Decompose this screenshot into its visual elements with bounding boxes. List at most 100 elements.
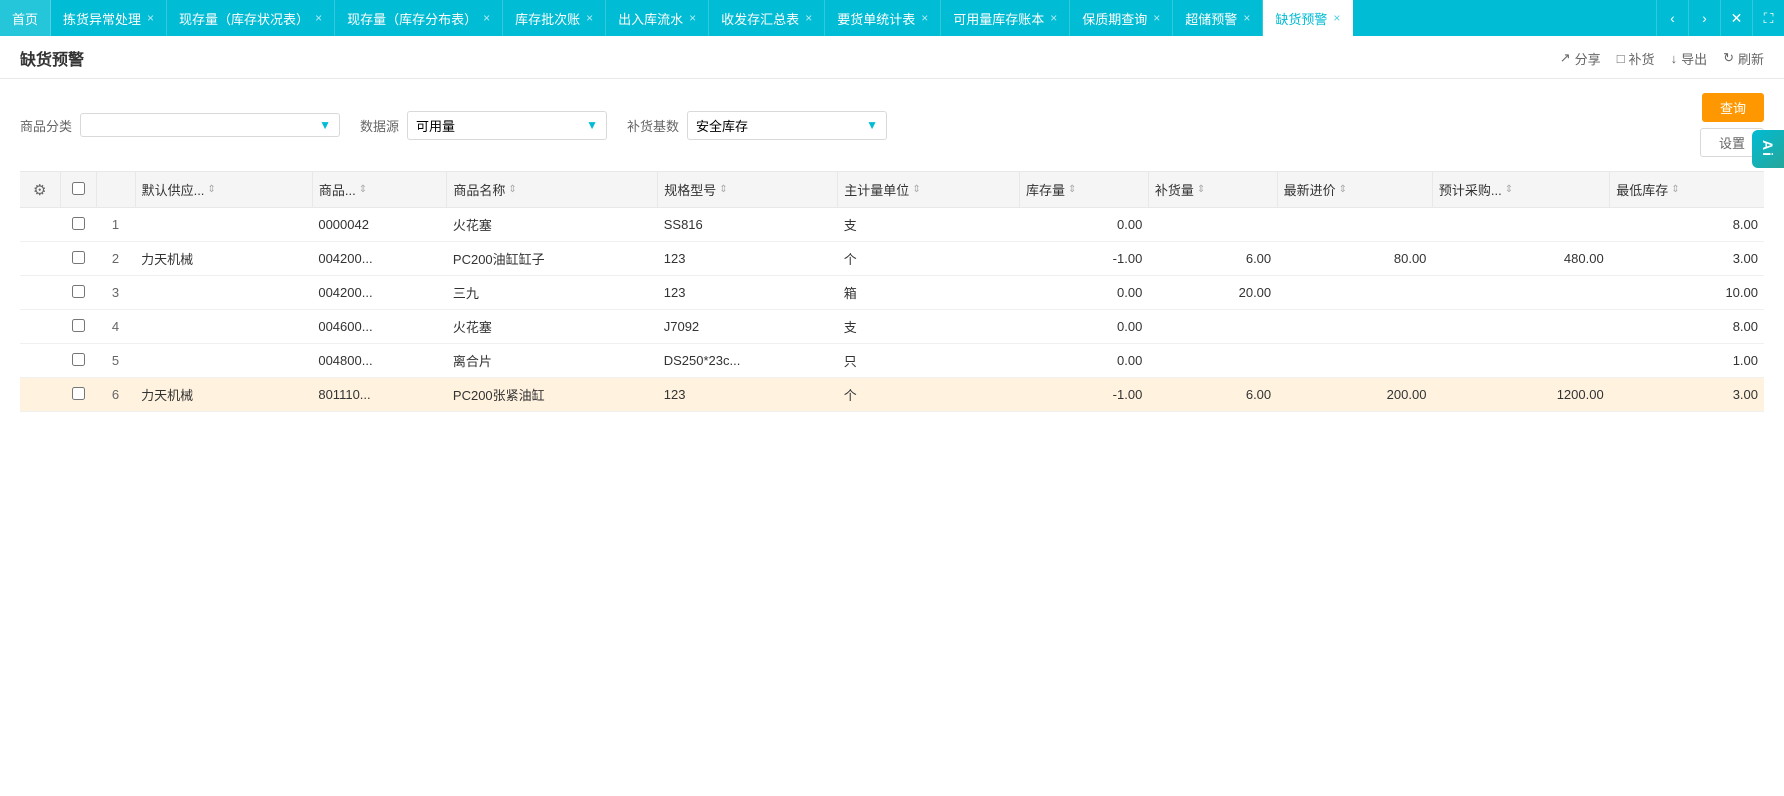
row-checkbox-0[interactable] (72, 217, 85, 230)
nav-tab-4[interactable]: 库存批次账× (503, 0, 606, 36)
query-button[interactable]: 查询 (1702, 93, 1764, 122)
nav-tab-6[interactable]: 收发存汇总表× (709, 0, 825, 36)
nav-tab-5[interactable]: 出入库流水× (606, 0, 709, 36)
select-all-checkbox[interactable] (72, 182, 85, 195)
sort-icon: ⇕ (719, 184, 727, 195)
row-supplier: 力天机械 (135, 242, 312, 276)
row-product-name: 离合片 (447, 344, 658, 378)
row-product-code: 801110... (312, 378, 447, 412)
top-nav: 首页拣货异常处理×现存量（库存状况表）×现存量（库存分布表）×库存批次账×出入库… (0, 0, 1784, 36)
table-header-row: ⚙ 默认供应... ⇕ 商品... (20, 172, 1764, 208)
category-select[interactable]: ▼ (80, 113, 340, 137)
row-check-cell (60, 208, 96, 242)
row-min-stock: 8.00 (1610, 208, 1764, 242)
tab-close-icon[interactable]: × (689, 11, 696, 25)
row-min-stock: 1.00 (1610, 344, 1764, 378)
row-latest-price: 80.00 (1277, 242, 1432, 276)
nav-close-button[interactable]: ✕ (1720, 0, 1752, 36)
col-replenish[interactable]: 补货量 ⇕ (1148, 172, 1277, 208)
row-product-code: 004200... (312, 242, 447, 276)
tab-close-icon[interactable]: × (1333, 11, 1340, 25)
page-content: 缺货预警 ↗ 分享 □ 补货 ↓ 导出 ↻ 刷新 商品分类 (0, 36, 1784, 796)
share-icon: ↗ (1560, 50, 1571, 66)
col-min-stock[interactable]: 最低库存 ⇕ (1610, 172, 1764, 208)
row-gear-cell (20, 208, 60, 242)
row-unit: 个 (838, 378, 1020, 412)
row-seq: 5 (96, 344, 135, 378)
row-min-stock: 10.00 (1610, 276, 1764, 310)
row-check-cell (60, 242, 96, 276)
replenish-basis-select[interactable]: 安全库存 ▼ (687, 111, 887, 140)
row-min-stock: 3.00 (1610, 242, 1764, 276)
row-product-name: PC200油缸缸子 (447, 242, 658, 276)
share-button[interactable]: ↗ 分享 (1560, 49, 1601, 68)
nav-tab-8[interactable]: 可用量库存账本× (941, 0, 1070, 36)
tab-close-icon[interactable]: × (1243, 11, 1250, 25)
row-product-name: 火花塞 (447, 310, 658, 344)
nav-tab-10[interactable]: 超储预警× (1173, 0, 1263, 36)
col-default-supplier[interactable]: 默认供应... ⇕ (135, 172, 312, 208)
tab-close-icon[interactable]: × (1050, 11, 1057, 25)
nav-prev-button[interactable]: ‹ (1656, 0, 1688, 36)
row-stock: 0.00 (1019, 310, 1148, 344)
col-est-purchase[interactable]: 预计采购... ⇕ (1432, 172, 1609, 208)
row-check-cell (60, 378, 96, 412)
tab-close-icon[interactable]: × (586, 11, 593, 25)
replenish-button[interactable]: □ 补货 (1617, 49, 1655, 68)
nav-tab-7[interactable]: 要货单统计表× (825, 0, 941, 36)
nav-next-button[interactable]: › (1688, 0, 1720, 36)
row-min-stock: 8.00 (1610, 310, 1764, 344)
col-gear: ⚙ (20, 172, 60, 208)
row-min-stock: 3.00 (1610, 378, 1764, 412)
ai-badge[interactable]: Ai (1752, 130, 1784, 168)
row-checkbox-4[interactable] (72, 353, 85, 366)
row-replenish (1148, 344, 1277, 378)
tab-close-icon[interactable]: × (315, 11, 322, 25)
row-unit: 只 (838, 344, 1020, 378)
tab-close-icon[interactable]: × (921, 11, 928, 25)
col-stock[interactable]: 库存量 ⇕ (1019, 172, 1148, 208)
row-checkbox-5[interactable] (72, 387, 85, 400)
col-spec[interactable]: 规格型号 ⇕ (658, 172, 838, 208)
nav-tab-0[interactable]: 首页 (0, 0, 51, 36)
nav-tab-9[interactable]: 保质期查询× (1070, 0, 1173, 36)
row-product-name: 三九 (447, 276, 658, 310)
nav-tab-3[interactable]: 现存量（库存分布表）× (335, 0, 503, 36)
col-product-name[interactable]: 商品名称 ⇕ (447, 172, 658, 208)
row-checkbox-1[interactable] (72, 251, 85, 264)
table-row: 5 004800... 离合片 DS250*23c... 只 0.00 1.00 (20, 344, 1764, 378)
nav-tab-2[interactable]: 现存量（库存状况表）× (167, 0, 335, 36)
table-row: 3 004200... 三九 123 箱 0.00 20.00 10.00 (20, 276, 1764, 310)
tab-close-icon[interactable]: × (1153, 11, 1160, 25)
row-unit: 个 (838, 242, 1020, 276)
nav-fullscreen-button[interactable]: ⛶ (1752, 0, 1784, 36)
export-button[interactable]: ↓ 导出 (1671, 49, 1708, 68)
row-unit: 支 (838, 310, 1020, 344)
tab-close-icon[interactable]: × (805, 11, 812, 25)
row-unit: 箱 (838, 276, 1020, 310)
row-supplier (135, 310, 312, 344)
page-header: 缺货预警 ↗ 分享 □ 补货 ↓ 导出 ↻ 刷新 (0, 36, 1784, 79)
sort-icon: ⇕ (508, 184, 516, 195)
datasource-chevron-icon: ▼ (586, 118, 598, 132)
datasource-select[interactable]: 可用量 ▼ (407, 111, 607, 140)
nav-tab-1[interactable]: 拣货异常处理× (51, 0, 167, 36)
row-product-code: 004200... (312, 276, 447, 310)
tab-close-icon[interactable]: × (147, 11, 154, 25)
category-label: 商品分类 (20, 116, 72, 135)
refresh-button[interactable]: ↻ 刷新 (1723, 49, 1764, 68)
datasource-value: 可用量 (416, 116, 455, 135)
row-gear-cell (20, 344, 60, 378)
row-checkbox-3[interactable] (72, 319, 85, 332)
row-checkbox-2[interactable] (72, 285, 85, 298)
gear-icon[interactable]: ⚙ (33, 182, 46, 199)
row-spec: 123 (658, 378, 838, 412)
col-unit[interactable]: 主计量单位 ⇕ (838, 172, 1020, 208)
row-spec: SS816 (658, 208, 838, 242)
row-seq: 1 (96, 208, 135, 242)
row-est-purchase (1432, 310, 1609, 344)
col-product-code[interactable]: 商品... ⇕ (312, 172, 447, 208)
nav-tab-11[interactable]: 缺货预警× (1263, 0, 1353, 36)
col-latest-price[interactable]: 最新进价 ⇕ (1277, 172, 1432, 208)
tab-close-icon[interactable]: × (483, 11, 490, 25)
